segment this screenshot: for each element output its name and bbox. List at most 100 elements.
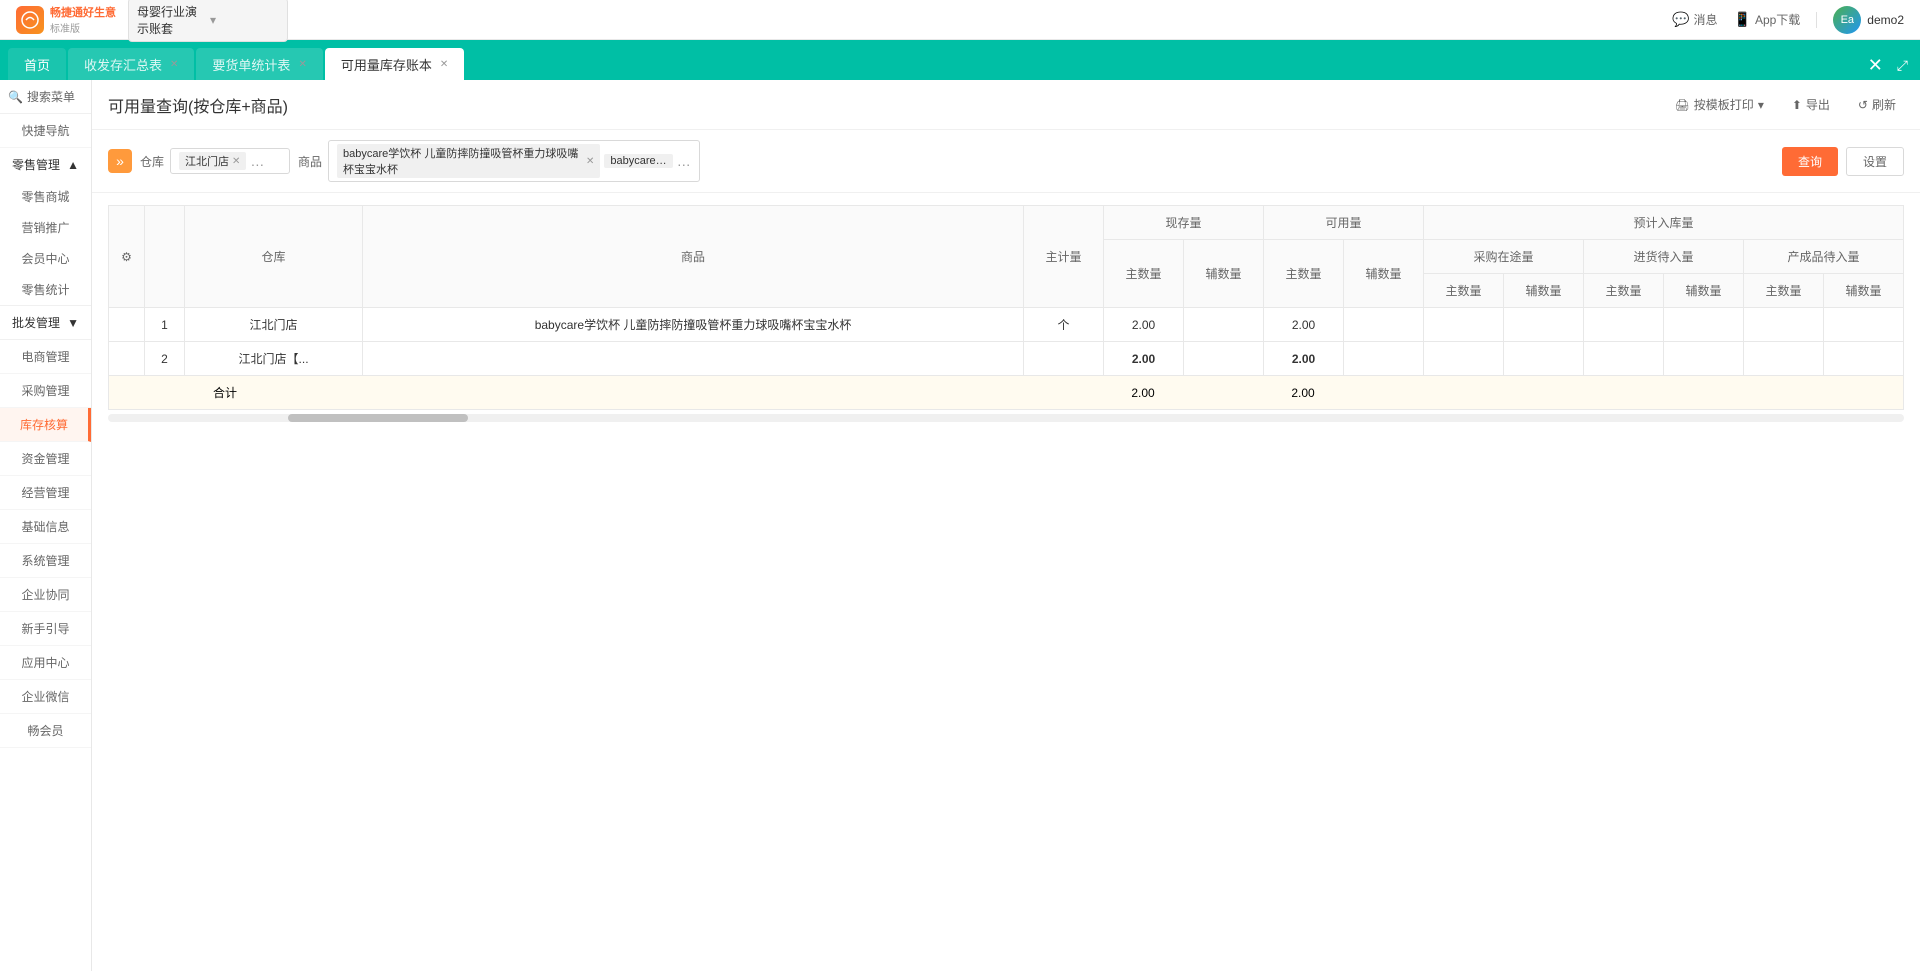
message-btn[interactable]: 💬 消息	[1672, 11, 1717, 28]
row2-settings	[109, 342, 145, 376]
purchase-onway-header: 采购在途量	[1424, 240, 1584, 274]
row1-finished-main	[1744, 308, 1824, 342]
stock-main-header: 主数量	[1104, 240, 1184, 308]
sidebar-item-member[interactable]: 畅会员	[0, 714, 91, 748]
finished-header: 产成品待入量	[1744, 240, 1904, 274]
table-row: 1 江北门店 babycare学饮杯 儿童防摔防撞吸管杯重力球吸嘴杯宝宝水杯 个…	[109, 308, 1904, 342]
scrollbar-thumb[interactable]	[288, 414, 468, 422]
warehouse-more-icon[interactable]: …	[250, 153, 264, 169]
sidebar-item-quick-nav[interactable]: 快捷导航	[0, 114, 91, 148]
expand-icon: »	[116, 153, 124, 169]
unit-col-header: 主计量	[1024, 206, 1104, 308]
product-tag-1: babycare学饮杯 儿童防摔防撞吸管杯重力球吸嘴杯宝宝水杯 ✕	[337, 144, 600, 178]
tab-receivable[interactable]: 收发存汇总表 ✕	[68, 48, 194, 80]
expand-nav-icon[interactable]: ⤢	[1893, 53, 1912, 78]
sidebar-item-retail-mall[interactable]: 零售商城	[0, 181, 91, 212]
warehouse-input[interactable]: 江北门店 ✕ …	[170, 148, 290, 174]
top-bar: 畅捷通好生意 标准版 母婴行业演示账套 ▾ 💬 消息 📱 App下载 Ea de…	[0, 0, 1920, 40]
footer-avail-aux	[1343, 386, 1423, 400]
remove-warehouse-icon[interactable]: ✕	[232, 156, 240, 167]
sidebar-item-retail-stats[interactable]: 零售统计	[0, 274, 91, 305]
avail-main-header: 主数量	[1264, 240, 1344, 308]
print-btn[interactable]: 🖨 按模板打印 ▾	[1667, 92, 1772, 117]
horizontal-scrollbar[interactable]	[108, 414, 1904, 422]
row2-finished-main	[1744, 342, 1824, 376]
row1-settings	[109, 308, 145, 342]
user-profile[interactable]: Ea demo2	[1833, 6, 1904, 34]
row2-warehouse: 江北门店【...	[185, 342, 363, 376]
tab-home[interactable]: 首页	[8, 48, 66, 80]
close-available-icon[interactable]: ✕	[440, 59, 448, 70]
row1-warehouse: 江北门店	[185, 308, 363, 342]
sidebar-group-header-retail[interactable]: 零售管理 ▲	[0, 148, 91, 181]
query-button[interactable]: 查询	[1782, 147, 1838, 176]
remove-product-icon[interactable]: ✕	[586, 156, 594, 167]
product-more-icon[interactable]: …	[677, 153, 691, 169]
app-download-btn[interactable]: 📱 App下载	[1734, 11, 1801, 28]
row1-purchase-main	[1424, 308, 1504, 342]
stock-aux-header: 辅数量	[1184, 240, 1264, 308]
sidebar-item-inventory[interactable]: 库存核算	[0, 408, 91, 442]
sidebar-item-marketing[interactable]: 营销推广	[0, 212, 91, 243]
sidebar-item-member-center[interactable]: 会员中心	[0, 243, 91, 274]
row1-product: babycare学饮杯 儿童防摔防撞吸管杯重力球吸嘴杯宝宝水杯	[363, 308, 1024, 342]
message-icon: 💬	[1672, 11, 1689, 28]
row2-incoming-main	[1584, 342, 1664, 376]
refresh-btn[interactable]: ↺ 刷新	[1850, 92, 1904, 117]
close-order-stats-icon[interactable]: ✕	[298, 59, 306, 70]
footer-incoming-main	[1583, 386, 1663, 400]
sidebar-item-operations[interactable]: 经营管理	[0, 476, 91, 510]
current-stock-header: 现存量	[1104, 206, 1264, 240]
export-icon: ⬆	[1792, 98, 1802, 112]
search-icon: 🔍	[8, 90, 23, 104]
product-filter-group: 商品 babycare学饮杯 儿童防摔防撞吸管杯重力球吸嘴杯宝宝水杯 ✕ bab…	[298, 140, 700, 182]
sidebar-item-system[interactable]: 系统管理	[0, 544, 91, 578]
row2-incoming-aux	[1664, 342, 1744, 376]
settings-col-header[interactable]: ⚙	[109, 206, 145, 308]
refresh-icon: ↺	[1858, 98, 1868, 112]
warehouse-col-header: 仓库	[185, 206, 363, 308]
sidebar-item-new-guide[interactable]: 新手引导	[0, 612, 91, 646]
filter-expand-btn[interactable]: »	[108, 149, 132, 173]
incoming-main-header: 主数量	[1584, 274, 1664, 308]
close-all-tabs-icon[interactable]: ✕	[1864, 51, 1887, 80]
product-label: 商品	[298, 153, 322, 170]
logo-icon	[16, 6, 44, 34]
avatar: Ea	[1833, 6, 1861, 34]
row1-unit: 个	[1024, 308, 1104, 342]
row1-purchase-aux	[1504, 308, 1584, 342]
row1-avail-main: 2.00	[1264, 308, 1344, 342]
sidebar-item-base-info[interactable]: 基础信息	[0, 510, 91, 544]
search-menu-label[interactable]: 🔍 搜索菜单	[8, 88, 83, 105]
footer-stock-aux	[1183, 386, 1263, 400]
setting-button[interactable]: 设置	[1846, 147, 1904, 176]
export-btn[interactable]: ⬆ 导出	[1784, 92, 1838, 117]
sidebar-item-finance[interactable]: 资金管理	[0, 442, 91, 476]
tab-available[interactable]: 可用量库存账本 ✕	[325, 48, 464, 80]
tab-order-stats[interactable]: 要货单统计表 ✕	[196, 48, 322, 80]
table-footer: 合计 2.00 2.00	[108, 376, 1904, 410]
logo-text: 畅捷通好生意 标准版	[50, 4, 116, 35]
product-input[interactable]: babycare学饮杯 儿童防摔防撞吸管杯重力球吸嘴杯宝宝水杯 ✕ babyca…	[328, 140, 700, 182]
content: 可用量查询(按仓库+商品) 🖨 按模板打印 ▾ ⬆ 导出 ↺ 刷新	[92, 80, 1920, 971]
footer-finished-aux	[1823, 386, 1903, 400]
filter-bar: » 仓库 江北门店 ✕ … 商品 b	[92, 130, 1920, 193]
logo-area: 畅捷通好生意 标准版	[16, 4, 116, 35]
chevron-up-icon: ▲	[67, 158, 79, 172]
data-table: ⚙ 仓库 商品 主计量 现存量 可用量 预计入库量 主数量 辅数量	[108, 205, 1904, 376]
org-selector[interactable]: 母婴行业演示账套 ▾	[128, 0, 288, 42]
sidebar-item-app-center[interactable]: 应用中心	[0, 646, 91, 680]
top-bar-left: 畅捷通好生意 标准版 母婴行业演示账套 ▾	[16, 0, 288, 42]
row2-purchase-aux	[1504, 342, 1584, 376]
close-receivable-icon[interactable]: ✕	[170, 59, 178, 70]
sidebar-item-wechat[interactable]: 企业微信	[0, 680, 91, 714]
sidebar-item-ecom[interactable]: 电商管理	[0, 340, 91, 374]
top-bar-right: 💬 消息 📱 App下载 Ea demo2	[1672, 6, 1904, 34]
sidebar-item-enterprise-collab[interactable]: 企业协同	[0, 578, 91, 612]
available-header: 可用量	[1264, 206, 1424, 240]
sidebar-item-purchase[interactable]: 采购管理	[0, 374, 91, 408]
footer-purchase-main	[1423, 386, 1503, 400]
nav-tabs: 首页 收发存汇总表 ✕ 要货单统计表 ✕ 可用量库存账本 ✕ ✕ ⤢	[0, 40, 1920, 80]
footer-label: 合计	[185, 384, 265, 401]
sidebar-group-header-wholesale[interactable]: 批发管理 ▼	[0, 306, 91, 339]
